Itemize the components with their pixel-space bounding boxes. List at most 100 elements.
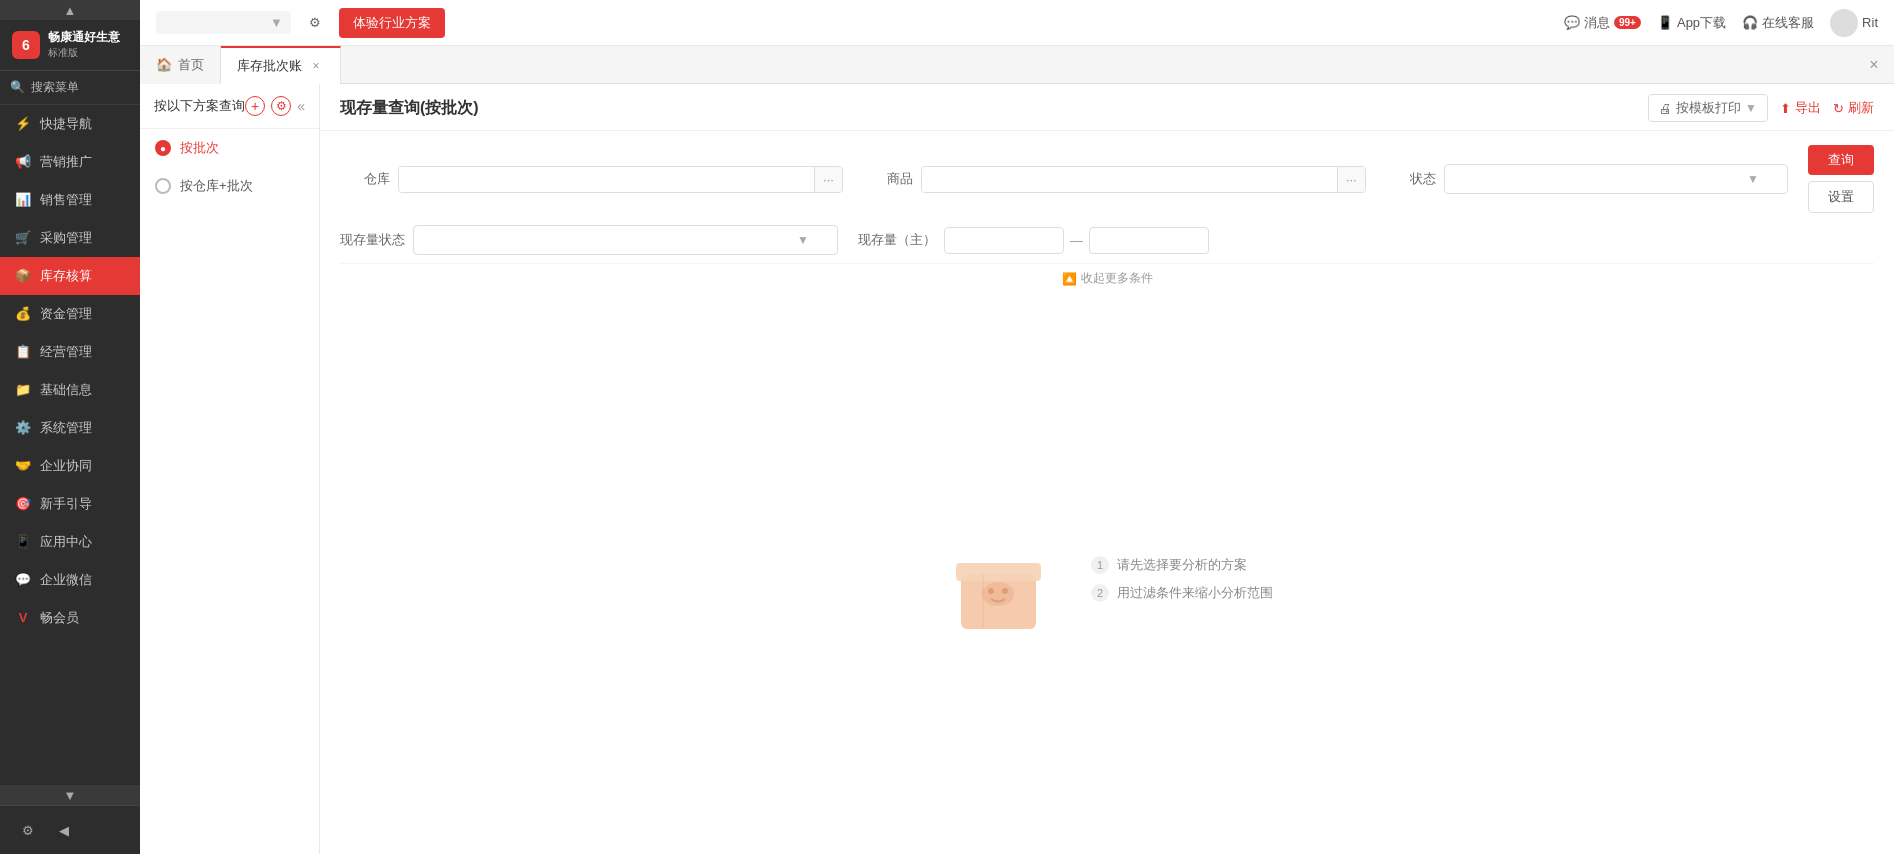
sidebar-item-app-center[interactable]: 📱 应用中心 xyxy=(0,523,140,561)
sidebar-item-sales[interactable]: 📊 销售管理 xyxy=(0,181,140,219)
sidebar-header: 6 畅康通好生意 标准版 xyxy=(0,20,140,71)
warehouse-more-btn[interactable]: ··· xyxy=(814,167,842,192)
status-field: 状态 ▼ xyxy=(1386,164,1788,194)
tab-inventory-batch[interactable]: 库存批次账 × xyxy=(221,46,341,84)
company-name: 畅康通好生意 xyxy=(48,30,120,46)
hint-number-1: 1 xyxy=(1091,556,1109,574)
status-arrow-icon: ▼ xyxy=(1747,172,1759,186)
user-profile[interactable]: Rit xyxy=(1830,9,1878,37)
sidebar-item-inventory[interactable]: 📦 库存核算 xyxy=(0,257,140,295)
topbar-right: 💬 消息 99+ 📱 App下载 🎧 在线客服 Rit xyxy=(1564,9,1878,37)
filter-panel: 按以下方案查询 + ⚙ « ● 按批次 按仓库+批次 xyxy=(140,84,320,854)
export-icon: ⬆ xyxy=(1780,101,1791,116)
filter-settings-btn[interactable]: ⚙ xyxy=(271,96,291,116)
new-guide-icon: 🎯 xyxy=(14,495,32,513)
service-icon: 🎧 xyxy=(1742,15,1758,30)
refresh-icon: ↻ xyxy=(1833,101,1844,116)
sidebar-scroll-down[interactable]: ▼ xyxy=(0,785,140,805)
topbar-search-input[interactable] xyxy=(164,15,264,30)
collapse-more-label: 收起更多条件 xyxy=(1081,270,1153,287)
filter-add-btn[interactable]: + xyxy=(245,96,265,116)
sidebar-search[interactable]: 🔍 搜索菜单 xyxy=(0,71,140,105)
empty-hint-1: 1 请先选择要分析的方案 xyxy=(1091,556,1273,574)
print-dropdown-icon[interactable]: ▼ xyxy=(1745,101,1757,115)
online-service-btn[interactable]: 🎧 在线客服 xyxy=(1742,14,1814,32)
stock-amount-label: 现存量（主） xyxy=(858,231,936,249)
tab-active-label: 库存批次账 xyxy=(237,57,302,75)
sidebar-item-enterprise[interactable]: 🤝 企业协同 xyxy=(0,447,140,485)
sidebar-scroll-up[interactable]: ▲ xyxy=(0,0,140,20)
empty-hints: 1 请先选择要分析的方案 2 用过滤条件来缩小分析范围 xyxy=(1091,556,1273,602)
enterprise-icon: 🤝 xyxy=(14,457,32,475)
product-more-btn[interactable]: ··· xyxy=(1337,167,1365,192)
sidebar: ▲ 6 畅康通好生意 标准版 🔍 搜索菜单 ⚡ 快捷导航 📢 营销推广 📊 销售… xyxy=(0,0,140,854)
user-name: Rit xyxy=(1862,15,1878,30)
settings-btn[interactable]: 设置 xyxy=(1808,181,1874,213)
product-input[interactable] xyxy=(922,167,1337,192)
sidebar-item-enterprise-wechat[interactable]: 💬 企业微信 xyxy=(0,561,140,599)
export-btn[interactable]: ⬆ 导出 xyxy=(1780,99,1821,117)
warehouse-label: 仓库 xyxy=(340,170,390,188)
tab-bar-close-btn[interactable]: × xyxy=(1862,53,1886,77)
page-content: 按以下方案查询 + ⚙ « ● 按批次 按仓库+批次 xyxy=(140,84,1894,854)
filter-item-by-warehouse-batch-label: 按仓库+批次 xyxy=(180,177,253,195)
sidebar-item-system[interactable]: ⚙️ 系统管理 xyxy=(0,409,140,447)
app-center-icon: 📱 xyxy=(14,533,32,551)
filter-item-by-batch-label: 按批次 xyxy=(180,139,219,157)
topbar-input-group: ▼ xyxy=(156,11,291,34)
settings-footer-btn[interactable]: ⚙ xyxy=(14,816,42,844)
filter-header-actions: + ⚙ « xyxy=(245,96,305,116)
warehouse-field: 仓库 ··· xyxy=(340,166,843,193)
stock-status-arrow-icon: ▼ xyxy=(797,233,809,247)
query-btn[interactable]: 查询 xyxy=(1808,145,1874,175)
status-select[interactable]: ▼ xyxy=(1444,164,1788,194)
sidebar-item-operations[interactable]: 📋 经营管理 xyxy=(0,333,140,371)
sidebar-item-quick-nav[interactable]: ⚡ 快捷导航 xyxy=(0,105,140,143)
svg-point-3 xyxy=(988,588,994,594)
page-header-actions: 🖨 按模板打印 ▼ ⬆ 导出 ↻ 刷新 xyxy=(1648,94,1874,122)
page-title: 现存量查询(按批次) xyxy=(340,98,479,119)
sidebar-item-purchase[interactable]: 🛒 采购管理 xyxy=(0,219,140,257)
filter-item-by-batch[interactable]: ● 按批次 xyxy=(140,129,319,167)
topbar-gear-btn[interactable]: ⚙ xyxy=(301,9,329,37)
messages-btn[interactable]: 💬 消息 99+ xyxy=(1564,14,1641,32)
messages-label: 消息 xyxy=(1584,14,1610,32)
refresh-btn[interactable]: ↻ 刷新 xyxy=(1833,99,1874,117)
marketing-label: 营销推广 xyxy=(40,153,92,171)
experience-btn[interactable]: 体验行业方案 xyxy=(339,8,445,38)
warehouse-input[interactable] xyxy=(399,167,814,192)
collapse-sidebar-btn[interactable]: ◀ xyxy=(50,816,78,844)
operations-icon: 📋 xyxy=(14,343,32,361)
app-download-btn[interactable]: 📱 App下载 xyxy=(1657,14,1726,32)
status-select-wrapper: ▼ xyxy=(1444,164,1788,194)
empty-state: 1 请先选择要分析的方案 2 用过滤条件来缩小分析范围 xyxy=(320,303,1894,854)
search-icon: 🔍 xyxy=(10,80,25,94)
tab-close-btn[interactable]: × xyxy=(308,58,324,74)
stock-amount-from[interactable] xyxy=(944,227,1064,254)
sidebar-item-vip[interactable]: V 畅会员 xyxy=(0,599,140,637)
hint-number-2: 2 xyxy=(1091,584,1109,602)
vip-label: 畅会员 xyxy=(40,609,79,627)
topbar-dropdown-icon[interactable]: ▼ xyxy=(270,15,283,30)
avatar xyxy=(1830,9,1858,37)
tab-home[interactable]: 🏠 首页 xyxy=(140,46,221,84)
print-btn[interactable]: 🖨 按模板打印 ▼ xyxy=(1648,94,1768,122)
sidebar-item-marketing[interactable]: 📢 营销推广 xyxy=(0,143,140,181)
stock-amount-range: — xyxy=(944,227,1209,254)
collapse-more-btn[interactable]: 🔼 收起更多条件 xyxy=(340,263,1874,293)
enterprise-label: 企业协同 xyxy=(40,457,92,475)
sidebar-item-finance[interactable]: 💰 资金管理 xyxy=(0,295,140,333)
filter-item-by-warehouse-batch[interactable]: 按仓库+批次 xyxy=(140,167,319,205)
search-row-2: 现存量状态 ▼ 现存量（主） — xyxy=(340,225,1874,255)
message-icon: 💬 xyxy=(1564,15,1580,30)
sidebar-item-new-guide[interactable]: 🎯 新手引导 xyxy=(0,485,140,523)
filter-collapse-btn[interactable]: « xyxy=(297,98,305,114)
sidebar-item-basic-info[interactable]: 📁 基础信息 xyxy=(0,371,140,409)
vip-icon: V xyxy=(14,609,32,627)
stock-amount-to[interactable] xyxy=(1089,227,1209,254)
purchase-icon: 🛒 xyxy=(14,229,32,247)
search-form: 仓库 ··· 商品 ··· xyxy=(320,131,1894,303)
operations-label: 经营管理 xyxy=(40,343,92,361)
refresh-label: 刷新 xyxy=(1848,99,1874,117)
stock-status-select[interactable]: ▼ xyxy=(413,225,838,255)
